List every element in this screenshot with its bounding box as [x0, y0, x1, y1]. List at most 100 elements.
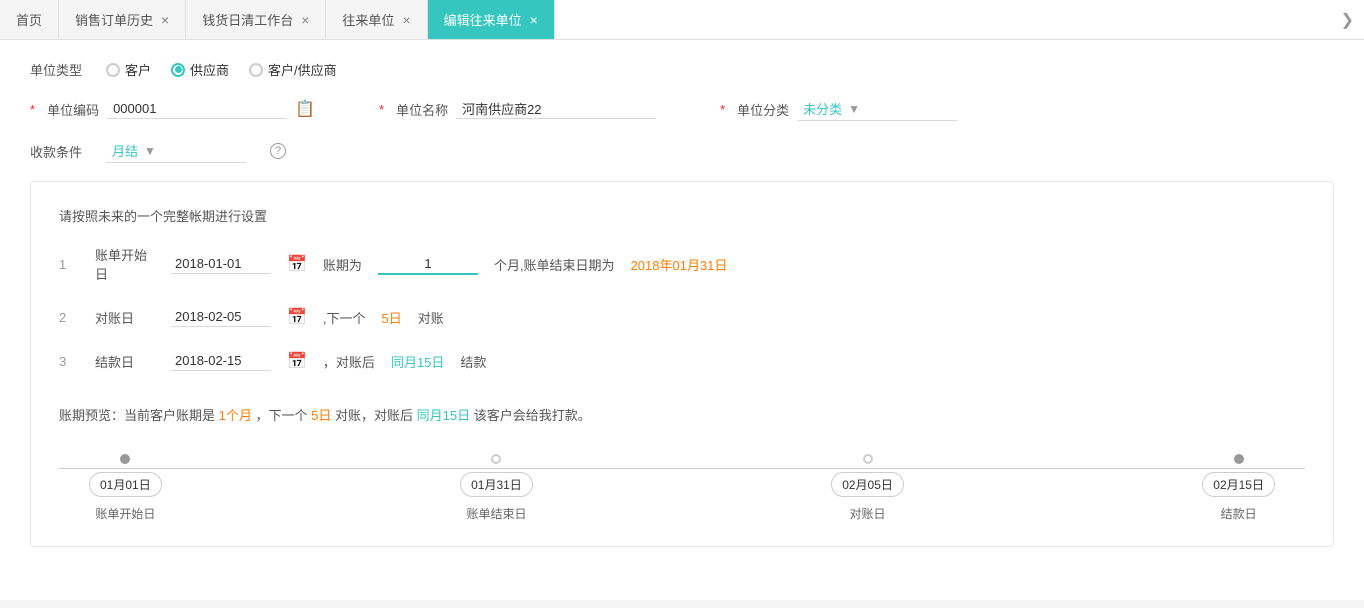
radio-supplier[interactable]: 供应商 [171, 60, 229, 79]
tab-cash-work[interactable]: 钱货日清工作台 × [186, 0, 326, 39]
timeline-dot-4 [1234, 454, 1244, 464]
payment-term-value: 月结 [112, 141, 138, 160]
unit-name-label: 单位名称 [396, 100, 448, 119]
radio-customer-label: 客户 [125, 60, 151, 79]
timeline-badge-2: 01月31日 [460, 472, 533, 497]
unit-code-icon[interactable]: 📋 [295, 99, 315, 119]
radio-customer-circle [106, 63, 120, 77]
setting-row-1: 1 账单开始日 📅 账期为 个月,账单结束日期为 2018年01月31日 [59, 245, 1305, 283]
timeline-badge-1: 01月01日 [89, 472, 162, 497]
timeline-label-1: 账单开始日 [95, 505, 155, 522]
unit-type-radio-group: 客户 供应商 客户/供应商 [106, 60, 337, 79]
timeline-dot-3 [863, 454, 873, 464]
tab-contacts-close[interactable]: × [402, 13, 410, 27]
period-desc: 个月,账单结束日期为 [494, 255, 615, 274]
unit-info-row: * 单位编码 📋 * 单位名称 * 单位分类 未分类 ▼ [30, 97, 1334, 121]
tab-cash-work-close[interactable]: × [301, 13, 309, 27]
tab-home[interactable]: 首页 [0, 0, 59, 39]
unit-name-required: * [379, 102, 384, 117]
tab-contacts[interactable]: 往来单位 × [326, 0, 427, 39]
reconcile-day-highlight: 5日 [382, 308, 402, 327]
unit-category-group: * 单位分类 未分类 ▼ [720, 97, 957, 121]
timeline-label-2: 账单结束日 [466, 505, 526, 522]
start-date-input[interactable] [171, 254, 271, 274]
radio-supplier-circle [171, 63, 185, 77]
settle-date-calendar-icon[interactable]: 📅 [287, 351, 307, 371]
unit-category-value: 未分类 [803, 99, 842, 118]
unit-type-label: 单位类型 [30, 60, 82, 79]
start-date-calendar-icon[interactable]: 📅 [287, 254, 307, 274]
tab-sales-history-close[interactable]: × [161, 13, 169, 27]
setting-row-3: 3 结款日 📅 ，对账后 同月15日 结款 [59, 351, 1305, 371]
unit-category-label: 单位分类 [737, 100, 789, 119]
payment-term-label: 收款条件 [30, 142, 82, 161]
reconcile-suffix: 对账 [418, 308, 444, 327]
row-num-2: 2 [59, 310, 79, 325]
row-label-1: 账单开始日 [95, 245, 155, 283]
reconcile-prefix: ,下一个 [323, 308, 366, 327]
unit-code-group: * 单位编码 📋 [30, 99, 315, 119]
timeline-label-4: 结款日 [1221, 505, 1257, 522]
payment-term-select[interactable]: 月结 ▼ [106, 139, 246, 163]
timeline-line [59, 468, 1305, 469]
radio-both[interactable]: 客户/供应商 [249, 60, 337, 79]
tab-sales-history-label: 销售订单历史 [75, 10, 153, 29]
timeline-item-1: 01月01日 账单开始日 [89, 454, 162, 522]
period-label: 账期为 [323, 255, 362, 274]
preview-reconcile: 对账，对账后 [335, 408, 413, 423]
row-label-2: 对账日 [95, 308, 155, 327]
preview-prefix: 账期预览：当前客户账期是 [59, 408, 215, 423]
preview-period-highlight: 1个月 [219, 408, 252, 423]
preview-settle-highlight: 同月15日 [417, 408, 470, 423]
info-box: 请按照未来的一个完整帐期进行设置 1 账单开始日 📅 账期为 个月,账单结束日期… [30, 181, 1334, 547]
preview-part2-prefix: ，下一个 [256, 408, 308, 423]
timeline-dot-2 [491, 454, 501, 464]
reconcile-date-input[interactable] [171, 307, 271, 327]
row-num-1: 1 [59, 257, 79, 272]
period-input[interactable] [378, 254, 478, 275]
help-icon[interactable]: ? [270, 143, 286, 159]
timeline-item-3: 02月05日 对账日 [831, 454, 904, 522]
unit-category-required: * [720, 102, 725, 117]
end-date-highlight: 2018年01月31日 [631, 255, 728, 274]
timeline-container: 01月01日 账单开始日 01月31日 账单结束日 02月05日 对账日 02月… [89, 454, 1275, 522]
tab-contacts-label: 往来单位 [342, 10, 394, 29]
preview-day-highlight: 5日 [311, 408, 331, 423]
settle-prefix: ，对账后 [323, 352, 375, 371]
payment-chevron-icon: ▼ [144, 144, 156, 158]
tab-home-label: 首页 [16, 10, 42, 29]
tab-sales-history[interactable]: 销售订单历史 × [59, 0, 186, 39]
timeline-badge-3: 02月05日 [831, 472, 904, 497]
unit-name-group: * 单位名称 [379, 99, 656, 119]
main-content: 单位类型 客户 供应商 客户/供应商 * 单位编码 📋 * 单位名称 [0, 40, 1364, 600]
tab-bar: 首页 销售订单历史 × 钱货日清工作台 × 往来单位 × 编辑往来单位 × ❯ [0, 0, 1364, 40]
tab-edit-contact-label: 编辑往来单位 [444, 10, 522, 29]
reconcile-date-calendar-icon[interactable]: 📅 [287, 307, 307, 327]
timeline-item-2: 01月31日 账单结束日 [460, 454, 533, 522]
timeline-dot-1 [120, 454, 130, 464]
row-num-3: 3 [59, 354, 79, 369]
settle-date-input[interactable] [171, 351, 271, 371]
timeline-label-3: 对账日 [850, 505, 886, 522]
unit-category-select[interactable]: 未分类 ▼ [797, 97, 957, 121]
payment-term-row: 收款条件 月结 ▼ ? [30, 139, 1334, 163]
preview-suffix: 该客户会给我打款。 [474, 408, 591, 423]
unit-name-input[interactable] [456, 99, 656, 119]
chevron-down-icon: ▼ [848, 102, 860, 116]
tab-edit-contact[interactable]: 编辑往来单位 × [428, 0, 555, 39]
radio-both-label: 客户/供应商 [268, 60, 337, 79]
timeline-item-4: 02月15日 结款日 [1202, 454, 1275, 522]
info-box-title: 请按照未来的一个完整帐期进行设置 [59, 206, 1305, 225]
tab-cash-work-label: 钱货日清工作台 [202, 10, 293, 29]
unit-code-input[interactable] [107, 99, 287, 119]
unit-type-row: 单位类型 客户 供应商 客户/供应商 [30, 60, 1334, 79]
settle-day-highlight: 同月15日 [391, 352, 444, 371]
row-label-3: 结款日 [95, 352, 155, 371]
radio-customer[interactable]: 客户 [106, 60, 151, 79]
tab-more-button[interactable]: ❯ [1331, 0, 1364, 39]
setting-row-2: 2 对账日 📅 ,下一个 5日 对账 [59, 307, 1305, 327]
radio-supplier-label: 供应商 [190, 60, 229, 79]
preview-text: 账期预览：当前客户账期是 1个月 ，下一个 5日 对账，对账后 同月15日 该客… [59, 395, 1305, 434]
timeline-wrapper: 01月01日 账单开始日 01月31日 账单结束日 02月05日 对账日 02月… [59, 454, 1305, 522]
tab-edit-contact-close[interactable]: × [530, 13, 538, 27]
